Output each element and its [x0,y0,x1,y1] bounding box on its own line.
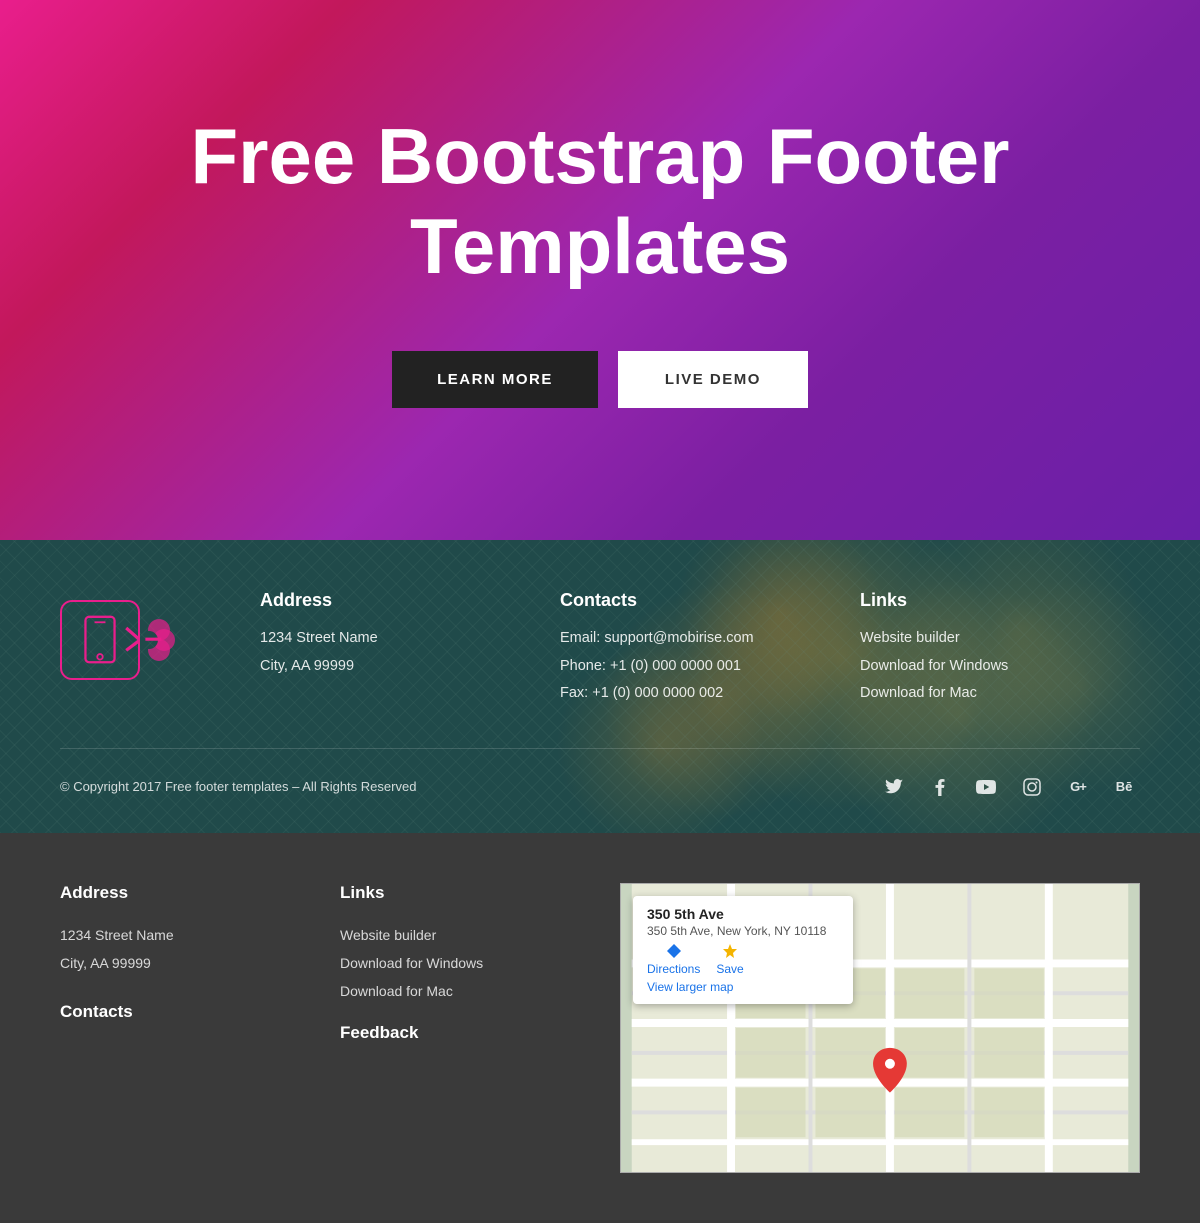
behance-icon[interactable]: Bē [1108,771,1140,803]
footer1-link2[interactable]: Download for Windows [860,653,1140,681]
footer1-contacts-heading: Contacts [560,590,840,611]
footer1-links-col: Links Website builder Download for Windo… [860,590,1140,708]
footer1-address-line2: City, AA 99999 [260,653,540,681]
footer2-address-line1: 1234 Street Name [60,921,300,949]
footer2-contacts-heading: Contacts [60,1002,300,1022]
footer2-middle-col: Links Website builder Download for Windo… [340,883,580,1173]
footer1-top: Address 1234 Street Name City, AA 99999 … [60,590,1140,708]
phone-icon [60,600,140,680]
footer2-address-heading: Address [60,883,300,903]
footer2-address-line2: City, AA 99999 [60,949,300,977]
footer1-address-col: Address 1234 Street Name City, AA 99999 [260,590,540,708]
footer1-link1[interactable]: Website builder [860,625,1140,653]
footer2-grid: Address 1234 Street Name City, AA 99999 … [60,883,1140,1173]
footer1-copyright: © Copyright 2017 Free footer templates –… [60,779,416,794]
footer2-left-col: Address 1234 Street Name City, AA 99999 … [60,883,300,1173]
footer2: Address 1234 Street Name City, AA 99999 … [0,833,1200,1223]
footer1-fax: Fax: +1 (0) 000 0000 002 [560,680,840,708]
footer1-address-line1: 1234 Street Name [260,625,540,653]
footer1-logo [60,590,240,708]
footer1-phone: Phone: +1 (0) 000 0000 001 [560,653,840,681]
hero-buttons: LEARN MORE LIVE DEMO [392,351,808,408]
google-plus-icon[interactable]: G+ [1062,771,1094,803]
footer1-social-icons: G+ Bē [878,771,1140,803]
footer2-links-heading: Links [340,883,580,903]
learn-more-button[interactable]: LEARN MORE [392,351,598,408]
phone-svg [80,615,120,665]
sun-rays-svg [123,615,163,665]
footer1: Address 1234 Street Name City, AA 99999 … [0,540,1200,833]
hero-section: Free Bootstrap Footer Templates LEARN MO… [0,0,1200,540]
youtube-icon[interactable] [970,771,1002,803]
footer1-address-heading: Address [260,590,540,611]
footer1-link3[interactable]: Download for Mac [860,680,1140,708]
footer2-map-col: 350 5th Ave 350 5th Ave, New York, NY 10… [620,883,1140,1173]
map-save-link[interactable]: Save [716,944,743,976]
map-container[interactable]: 350 5th Ave 350 5th Ave, New York, NY 10… [620,883,1140,1173]
footer2-link3[interactable]: Download for Mac [340,977,580,1005]
footer1-links-heading: Links [860,590,1140,611]
facebook-icon[interactable] [924,771,956,803]
footer2-link1[interactable]: Website builder [340,921,580,949]
instagram-icon[interactable] [1016,771,1048,803]
footer2-feedback-heading: Feedback [340,1023,580,1043]
map-popup-address: 350 5th Ave, New York, NY 10118 [647,924,839,938]
footer1-bottom: © Copyright 2017 Free footer templates –… [60,748,1140,803]
live-demo-button[interactable]: LIVE DEMO [618,351,808,408]
footer2-link2[interactable]: Download for Windows [340,949,580,977]
footer1-contacts-col: Contacts Email: support@mobirise.com Pho… [560,590,840,708]
map-view-larger-link[interactable]: View larger map [647,980,839,994]
twitter-icon[interactable] [878,771,910,803]
map-popup-title: 350 5th Ave [647,906,839,922]
map-popup-actions: Directions Save [647,944,839,976]
hero-title: Free Bootstrap Footer Templates [150,112,1050,291]
map-directions-link[interactable]: Directions [647,944,700,976]
footer1-email: Email: support@mobirise.com [560,625,840,653]
map-popup: 350 5th Ave 350 5th Ave, New York, NY 10… [633,896,853,1004]
